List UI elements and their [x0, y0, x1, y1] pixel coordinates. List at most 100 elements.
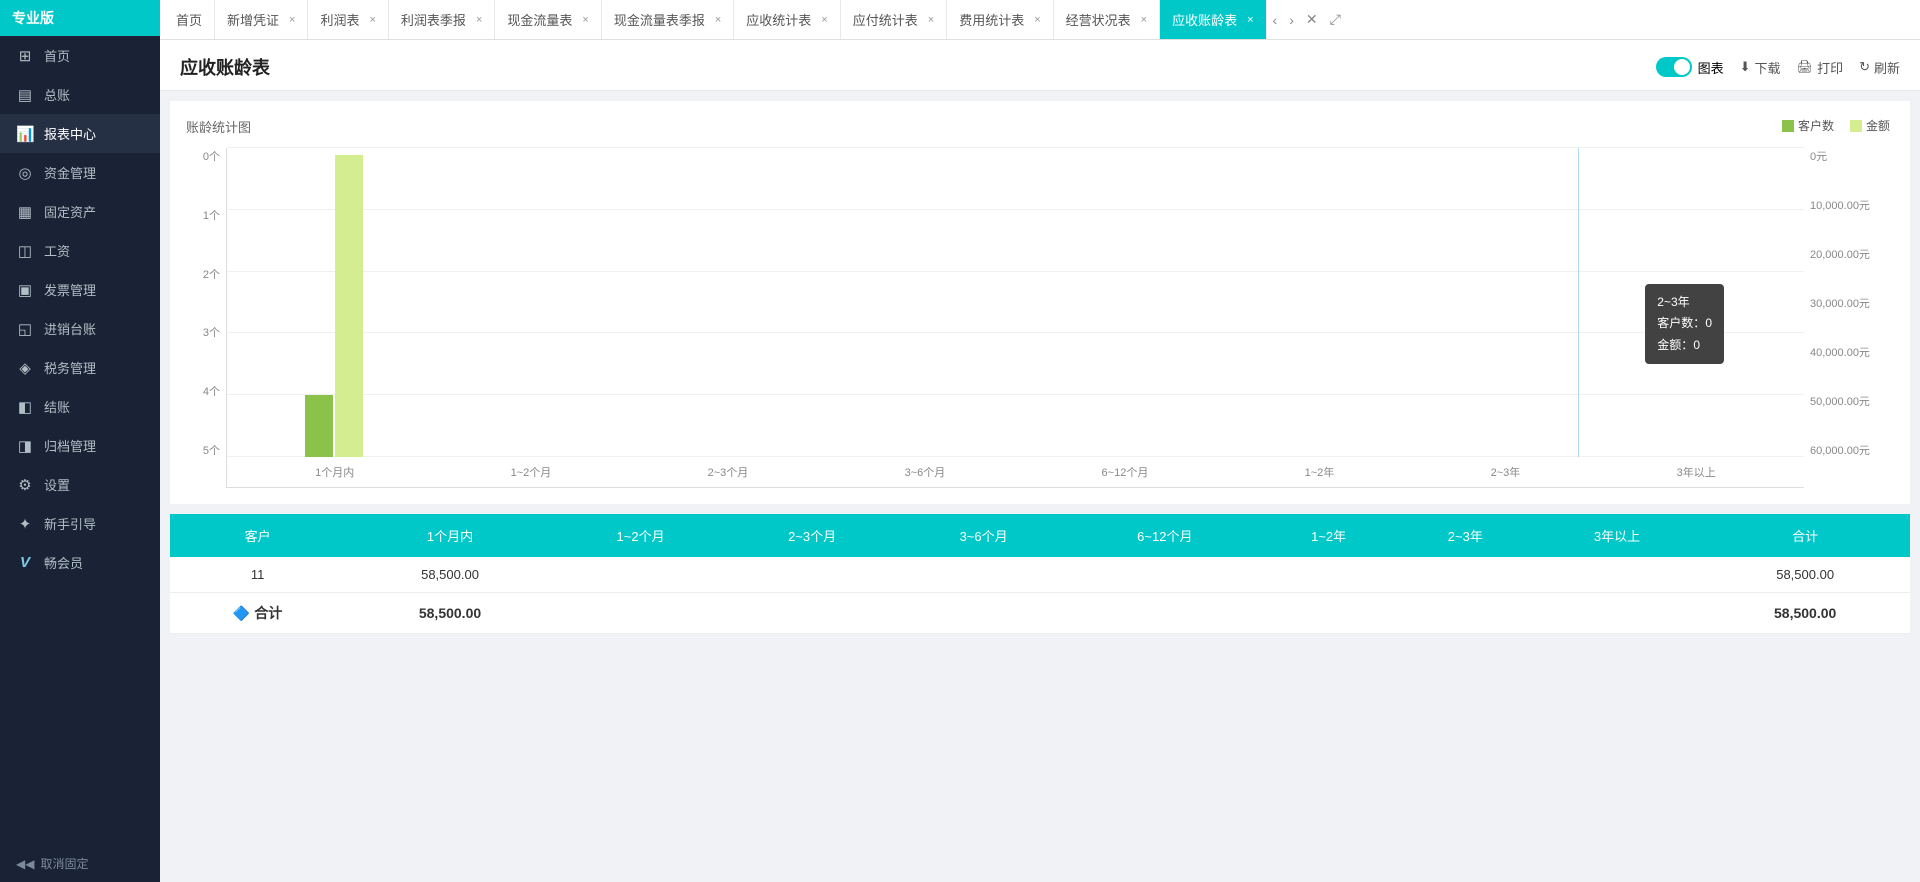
tab-expand-button[interactable]: ⤢ — [1324, 0, 1347, 40]
y-right-label-50000: 50,000.00元 — [1810, 393, 1870, 409]
sales-icon: ◱ — [16, 320, 34, 338]
chart-toggle[interactable] — [1656, 57, 1692, 77]
ledger-icon: ▤ — [16, 86, 34, 104]
col-header-m1-2: 1~2个月 — [555, 514, 727, 557]
x-label-m1: 1个月内 — [315, 464, 354, 480]
bars-container — [227, 148, 1804, 457]
tab-close-cashflow-quarter[interactable]: × — [715, 14, 721, 26]
y-right-label-20000: 20,000.00元 — [1810, 246, 1870, 262]
archive-icon: ◨ — [16, 437, 34, 455]
sidebar-item-member[interactable]: V 畅会员 — [0, 543, 160, 582]
download-button[interactable]: ⬇ 下载 — [1740, 58, 1781, 77]
tab-close-profit-quarter[interactable]: × — [476, 14, 482, 26]
sidebar-logo: 专业版 — [0, 0, 160, 36]
col-header-y1-2: 1~2年 — [1260, 514, 1397, 557]
x-label-m2-3: 2~3个月 — [708, 464, 749, 480]
reports-icon: 📊 — [16, 125, 34, 143]
tab-ar-stat[interactable]: 应收统计表 × — [734, 0, 840, 40]
legend-customers: 客户数 — [1782, 117, 1834, 134]
sidebar-item-invoice[interactable]: ▣ 发票管理 — [0, 270, 160, 309]
tab-close-ar-stat[interactable]: × — [821, 14, 827, 26]
y-right-label-30000: 30,000.00元 — [1810, 295, 1870, 311]
tab-cashflow-quarter[interactable]: 现金流量表季报 × — [602, 0, 734, 40]
y-right-label-10000: 10,000.00元 — [1810, 197, 1870, 213]
tab-close-cashflow[interactable]: × — [582, 14, 588, 26]
sidebar-item-reports[interactable]: 📊 报表中心 — [0, 114, 160, 153]
hover-line — [1578, 148, 1579, 457]
sidebar-item-close[interactable]: ◧ 结账 — [0, 387, 160, 426]
y-right-label-0: 0元 — [1810, 148, 1827, 164]
sidebar-item-home[interactable]: ⊞ 首页 — [0, 36, 160, 75]
total-m1-2 — [555, 593, 727, 634]
sidebar-item-sales[interactable]: ◱ 进销台账 — [0, 309, 160, 348]
gear-icon: ⚙ — [16, 476, 34, 494]
tab-cashflow[interactable]: 现金流量表 × — [495, 0, 601, 40]
y-axis-left: 5个 4个 3个 2个 1个 0个 — [186, 148, 226, 488]
guide-icon: ✦ — [16, 515, 34, 533]
tab-next-button[interactable]: › — [1283, 0, 1300, 40]
sidebar-item-tax[interactable]: ◈ 税务管理 — [0, 348, 160, 387]
x-label-y3plus: 3年以上 — [1677, 464, 1716, 480]
tab-profit[interactable]: 利润表 × — [308, 0, 388, 40]
table-header-row: 客户 1个月内 1~2个月 2~3个月 3~6个月 6~12个月 1~2年 2~… — [170, 514, 1910, 557]
payroll-icon: ◫ — [16, 242, 34, 260]
tab-close-ar-aging[interactable]: × — [1247, 14, 1253, 26]
total-label-cell: 🔷 合计 — [170, 593, 345, 634]
tab-profit-quarter[interactable]: 利润表季报 × — [389, 0, 495, 40]
tab-voucher[interactable]: 新增凭证 × — [215, 0, 308, 40]
cell-y1-2 — [1260, 557, 1397, 593]
tab-prev-button[interactable]: ‹ — [1267, 0, 1284, 40]
unpin-icon: ◀◀ — [16, 857, 34, 871]
bar-pair-m1 — [305, 155, 363, 457]
tab-close-voucher[interactable]: × — [289, 14, 295, 26]
assets-icon: ▦ — [16, 203, 34, 221]
y-left-label-0: 0个 — [203, 148, 220, 164]
tab-close-profit[interactable]: × — [369, 14, 375, 26]
tab-home[interactable]: 首页 — [164, 0, 215, 40]
col-header-m6-12: 6~12个月 — [1069, 514, 1260, 557]
page-actions: 图表 ⬇ 下载 🖨 打印 ↻ 刷新 — [1656, 57, 1900, 77]
sidebar-unpin-button[interactable]: ◀◀ 取消固定 — [0, 845, 160, 882]
legend-amount-dot — [1850, 120, 1862, 132]
tab-close-biz-stat[interactable]: × — [1141, 14, 1147, 26]
tab-ap-stat[interactable]: 应付统计表 × — [841, 0, 947, 40]
table-total-row: 🔷 合计 58,500.00 58,500.00 — [170, 593, 1910, 634]
data-table: 客户 1个月内 1~2个月 2~3个月 3~6个月 6~12个月 1~2年 2~… — [170, 514, 1910, 634]
sidebar-item-assets[interactable]: ▦ 固定资产 — [0, 192, 160, 231]
sidebar-item-payroll[interactable]: ◫ 工资 — [0, 231, 160, 270]
tab-close-all-button[interactable]: ✕ — [1300, 0, 1324, 40]
col-header-m2-3: 2~3个月 — [726, 514, 898, 557]
total-m1: 58,500.00 — [345, 593, 555, 634]
col-header-m1: 1个月内 — [345, 514, 555, 557]
table-row: 11 58,500.00 58,500.00 — [170, 557, 1910, 593]
cell-m2-3 — [726, 557, 898, 593]
cell-m6-12 — [1069, 557, 1260, 593]
sidebar-item-archive[interactable]: ◨ 归档管理 — [0, 426, 160, 465]
sidebar-item-funds[interactable]: ◎ 资金管理 — [0, 153, 160, 192]
total-total: 58,500.00 — [1700, 593, 1910, 634]
tab-close-ap-stat[interactable]: × — [928, 14, 934, 26]
page-content: 应收账龄表 图表 ⬇ 下载 🖨 打印 ↻ 刷新 — [160, 40, 1920, 882]
print-button[interactable]: 🖨 打印 — [1797, 58, 1844, 77]
member-icon: V — [16, 554, 34, 571]
y-left-label-1: 1个 — [203, 207, 220, 223]
tab-biz-stat[interactable]: 经营状况表 × — [1054, 0, 1160, 40]
x-label-m1-2: 1~2个月 — [511, 464, 552, 480]
tab-expense-stat[interactable]: 费用统计表 × — [947, 0, 1053, 40]
sidebar-item-guide[interactable]: ✦ 新手引导 — [0, 504, 160, 543]
cell-total: 58,500.00 — [1700, 557, 1910, 593]
sidebar-item-ledger[interactable]: ▤ 总账 — [0, 75, 160, 114]
col-header-customer: 客户 — [170, 514, 345, 557]
tab-ar-aging[interactable]: 应收账龄表 × — [1160, 0, 1266, 40]
col-header-total: 合计 — [1700, 514, 1910, 557]
tab-close-expense-stat[interactable]: × — [1034, 14, 1040, 26]
y-left-label-2: 2个 — [203, 266, 220, 282]
x-label-y1-2: 1~2年 — [1305, 464, 1335, 480]
bar-group-m1 — [305, 155, 363, 457]
toggle-label: 图表 — [1698, 58, 1724, 77]
close-accounts-icon: ◧ — [16, 398, 34, 416]
refresh-button[interactable]: ↻ 刷新 — [1859, 58, 1900, 77]
total-y2-3 — [1397, 593, 1534, 634]
tax-icon: ◈ — [16, 359, 34, 377]
sidebar-item-settings[interactable]: ⚙ 设置 — [0, 465, 160, 504]
